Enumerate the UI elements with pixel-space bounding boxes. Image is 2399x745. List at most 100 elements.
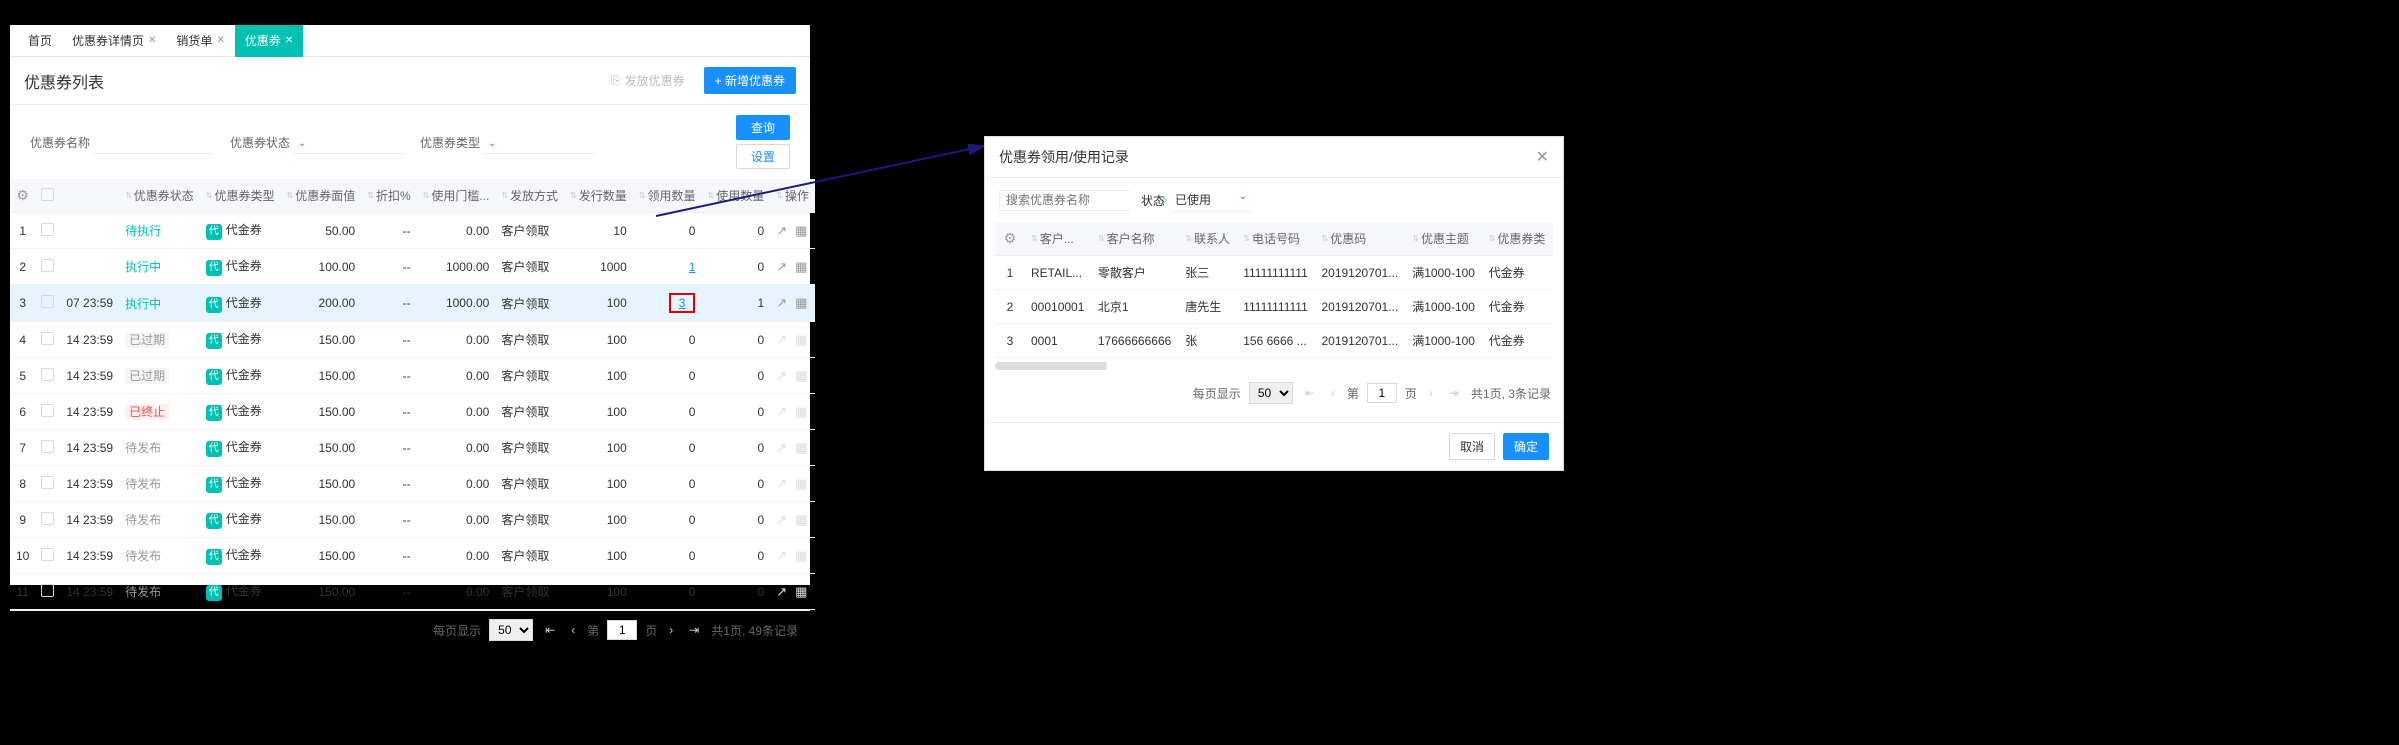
sort-icon[interactable]: ⇅: [776, 191, 783, 200]
ok-button[interactable]: 确定: [1503, 433, 1549, 460]
close-icon[interactable]: ✕: [148, 25, 156, 57]
type-icon: 代: [206, 513, 222, 529]
sort-icon[interactable]: ⇅: [1412, 234, 1419, 243]
tab-优惠券[interactable]: 优惠券✕: [235, 25, 303, 57]
row-checkbox[interactable]: [41, 259, 54, 272]
filter-name-input[interactable]: [94, 131, 214, 154]
claim-count-link[interactable]: 3: [679, 296, 686, 310]
distribute-coupon-button[interactable]: ⎘发放优惠券: [600, 67, 696, 94]
sort-icon[interactable]: ⇅: [1489, 234, 1496, 243]
page-input[interactable]: [607, 620, 637, 640]
modal-search-input[interactable]: [1006, 193, 1161, 207]
row-checkbox[interactable]: [41, 223, 54, 236]
table-row[interactable]: 1014 23:59待发布代代金券150.00--0.00客户领取10000↗▦: [10, 538, 815, 574]
prev-page-icon[interactable]: ‹: [1327, 386, 1339, 400]
tab-优惠券详情页[interactable]: 优惠券详情页✕: [62, 25, 166, 57]
qr-icon[interactable]: ▦: [795, 223, 807, 239]
share-icon[interactable]: ↗: [776, 259, 787, 275]
claim-count-link[interactable]: 1: [689, 260, 696, 274]
tab-销货单[interactable]: 销货单✕: [166, 25, 234, 57]
table-row[interactable]: 200010001北京1唐先生111111111112019120701...满…: [995, 290, 1553, 324]
filter-type-select[interactable]: ⌄: [484, 131, 594, 154]
row-index: 4: [10, 322, 35, 358]
sort-icon[interactable]: ⇅: [501, 191, 508, 200]
issue-count: 100: [564, 466, 633, 502]
close-icon[interactable]: ✕: [216, 25, 224, 57]
row-checkbox[interactable]: [41, 440, 54, 453]
customer-code: 0001: [1025, 324, 1092, 358]
row-checkbox[interactable]: [41, 295, 54, 308]
modal-page-input[interactable]: [1367, 383, 1397, 403]
prev-page-icon[interactable]: ‹: [567, 623, 579, 637]
row-checkbox[interactable]: [41, 332, 54, 345]
tab-label: 销货单: [176, 25, 212, 57]
horizontal-scrollbar[interactable]: [995, 362, 1553, 370]
row-checkbox[interactable]: [41, 404, 54, 417]
sort-icon[interactable]: ⇅: [287, 191, 294, 200]
next-page-icon[interactable]: ›: [1425, 386, 1437, 400]
row-checkbox[interactable]: [41, 368, 54, 381]
checkbox-all[interactable]: [41, 188, 54, 201]
sort-icon[interactable]: ⇅: [423, 191, 430, 200]
sort-icon[interactable]: ⇅: [570, 191, 577, 200]
query-button[interactable]: 查询: [736, 115, 790, 140]
row-checkbox[interactable]: [41, 548, 54, 561]
threshold: 1000.00: [417, 285, 496, 322]
modal-status-select[interactable]: 已使用 ⌄: [1171, 188, 1251, 212]
claim-count: 0: [633, 394, 702, 430]
row-checkbox[interactable]: [41, 512, 54, 525]
filter-status-select[interactable]: ⌄: [294, 131, 404, 154]
sort-icon[interactable]: ⇅: [206, 191, 213, 200]
gear-icon[interactable]: ⚙: [16, 187, 29, 203]
table-row[interactable]: 714 23:59待发布代代金券150.00--0.00客户领取10000↗▦: [10, 430, 815, 466]
table-row[interactable]: 514 23:59已过期代代金券150.00--0.00客户领取10000↗▦: [10, 358, 815, 394]
qr-icon[interactable]: ▦: [795, 259, 807, 275]
coupon-type: 代金券: [226, 259, 262, 273]
table-row[interactable]: 614 23:59已终止代代金券150.00--0.00客户领取10000↗▦: [10, 394, 815, 430]
face-value: 150.00: [281, 358, 362, 394]
sort-icon[interactable]: ⇅: [1031, 234, 1038, 243]
table-row[interactable]: 1114 23:59待发布代代金券150.00--0.00客户领取10000↗▦: [10, 574, 815, 610]
modal-search[interactable]: ⌕: [999, 190, 1129, 211]
table-row[interactable]: 914 23:59待发布代代金券150.00--0.00客户领取10000↗▦: [10, 502, 815, 538]
last-page-icon[interactable]: ⇥: [1445, 386, 1463, 400]
add-coupon-button[interactable]: + 新增优惠券: [704, 67, 796, 94]
sort-icon[interactable]: ⇅: [707, 191, 714, 200]
face-value: 150.00: [281, 466, 362, 502]
qr-icon[interactable]: ▦: [795, 295, 807, 311]
table-row[interactable]: 1RETAIL...零散客户张三111111111112019120701...…: [995, 256, 1553, 290]
sort-icon[interactable]: ⇅: [1243, 234, 1250, 243]
per-page-select[interactable]: 50: [489, 619, 533, 641]
close-icon[interactable]: ✕: [1536, 147, 1549, 167]
share-icon[interactable]: ↗: [776, 295, 787, 311]
table-row[interactable]: 2执行中代代金券100.00--1000.00客户领取100010↗▦: [10, 249, 815, 285]
sort-icon[interactable]: ⇅: [1098, 234, 1105, 243]
cancel-button[interactable]: 取消: [1449, 433, 1495, 460]
sort-icon[interactable]: ⇅: [367, 191, 374, 200]
gear-icon[interactable]: ⚙: [1004, 230, 1017, 246]
share-icon[interactable]: ↗: [776, 223, 787, 239]
sort-icon[interactable]: ⇅: [125, 191, 132, 200]
next-page-icon[interactable]: ›: [665, 623, 677, 637]
table-row[interactable]: 814 23:59待发布代代金券150.00--0.00客户领取10000↗▦: [10, 466, 815, 502]
sort-icon[interactable]: ⇅: [1321, 234, 1328, 243]
first-page-icon[interactable]: ⇤: [541, 623, 559, 637]
sort-icon[interactable]: ⇅: [639, 191, 646, 200]
sort-icon[interactable]: ⇅: [1185, 234, 1192, 243]
settings-button[interactable]: 设置: [736, 144, 790, 169]
modal-per-page-select[interactable]: 50: [1249, 382, 1293, 404]
first-page-icon[interactable]: ⇤: [1301, 386, 1319, 400]
close-icon[interactable]: ✕: [285, 25, 293, 57]
filter-name-label: 优惠券名称: [30, 134, 90, 151]
issue-count: 100: [564, 322, 633, 358]
table-row[interactable]: 1待执行代代金券50.00--0.00客户领取1000↗▦: [10, 213, 815, 249]
last-page-icon[interactable]: ⇥: [685, 623, 703, 637]
table-row[interactable]: 414 23:59已过期代代金券150.00--0.00客户领取10000↗▦: [10, 322, 815, 358]
table-row[interactable]: 3000117666666666张156 6666 ...2019120701.…: [995, 324, 1553, 358]
qr-icon: ▦: [795, 368, 807, 384]
row-checkbox[interactable]: [41, 476, 54, 489]
table-row[interactable]: 307 23:59执行中代代金券200.00--1000.00客户领取10031…: [10, 285, 815, 322]
tab-首页[interactable]: 首页: [18, 25, 62, 57]
row-checkbox[interactable]: [41, 584, 54, 597]
qr-icon: ▦: [795, 584, 807, 600]
